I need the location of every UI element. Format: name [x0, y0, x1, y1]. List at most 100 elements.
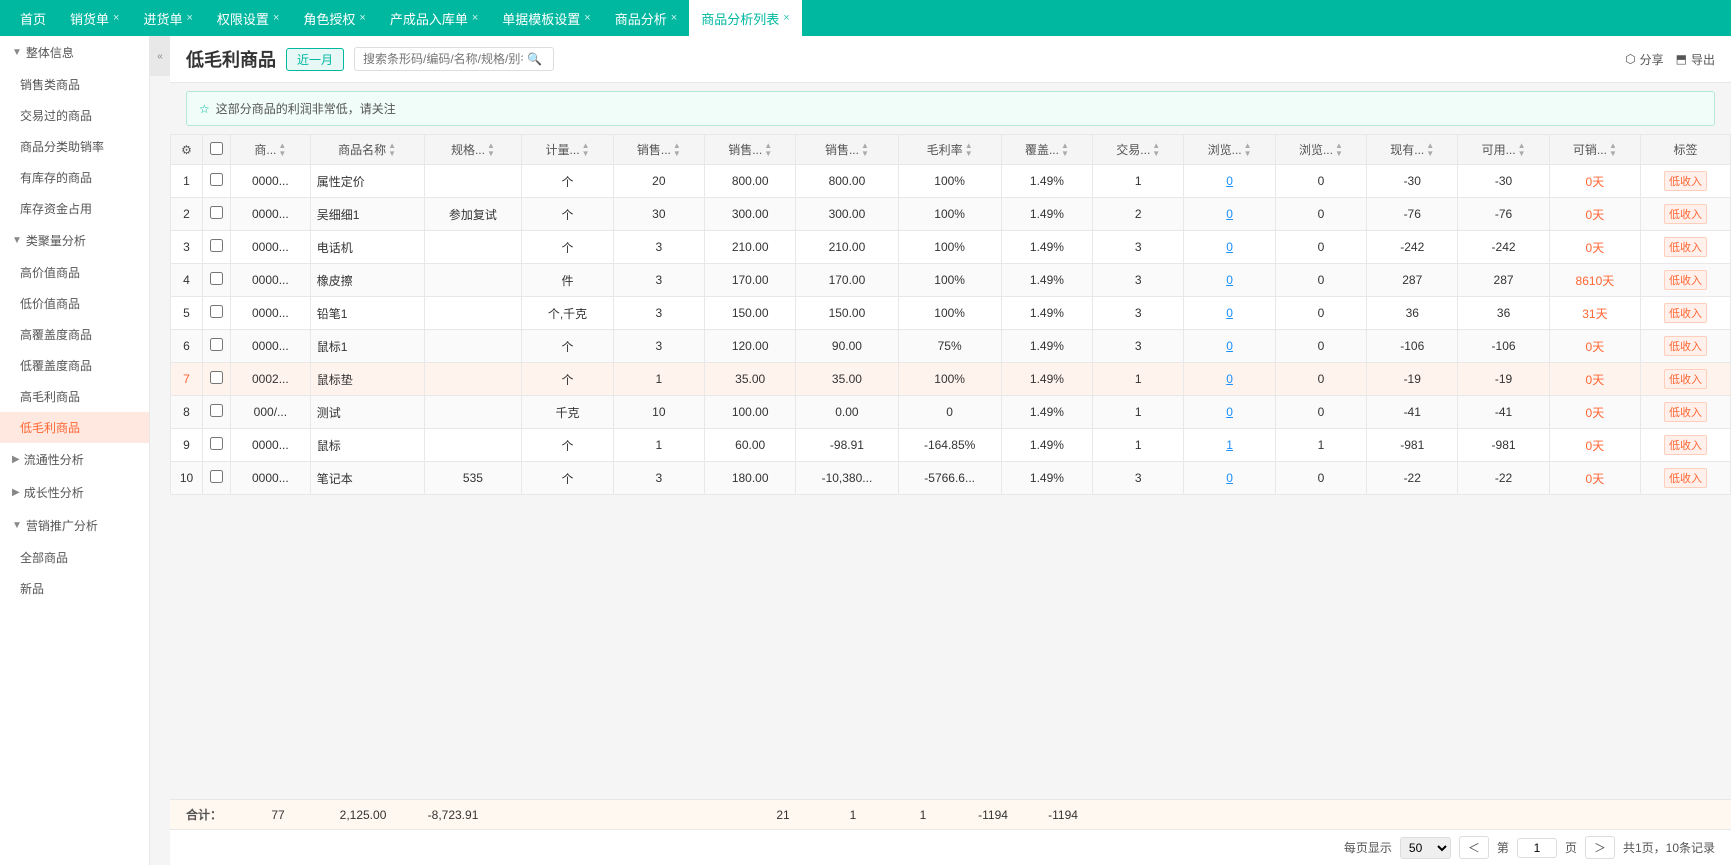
close-icon[interactable]: ×	[273, 12, 279, 24]
cell-sales-profit: 170.00	[796, 264, 898, 297]
th-trade-count[interactable]: 交易... ▲▼	[1093, 135, 1184, 165]
th-spec[interactable]: 规格... ▲▼	[424, 135, 522, 165]
cell-checkbox[interactable]	[203, 330, 231, 363]
cell-view1[interactable]: 0	[1184, 462, 1275, 495]
cell-current: -30	[1367, 165, 1458, 198]
cell-checkbox[interactable]	[203, 396, 231, 429]
cell-view1[interactable]: 0	[1184, 297, 1275, 330]
cell-trade-count: 3	[1093, 330, 1184, 363]
sidebar-group-cluster[interactable]: ▼ 类聚量分析	[0, 224, 149, 257]
cell-view1[interactable]: 0	[1184, 231, 1275, 264]
th-name[interactable]: 商品名称 ▲▼	[310, 135, 424, 165]
cell-view1[interactable]: 0	[1184, 165, 1275, 198]
search-input[interactable]	[363, 52, 523, 66]
sidebar-collapse-btn[interactable]: «	[150, 36, 170, 76]
cell-sales-count: 1	[613, 363, 704, 396]
nav-purchase[interactable]: 进货单 ×	[131, 0, 204, 36]
sidebar-item-stock-capital[interactable]: 库存资金占用	[0, 193, 149, 224]
share-btn[interactable]: ⬡ 分享	[1625, 51, 1664, 68]
cell-checkbox[interactable]	[203, 231, 231, 264]
select-all-checkbox[interactable]	[210, 142, 223, 155]
footer-sales-count: 77	[238, 808, 318, 822]
nav-products-in[interactable]: 产成品入库单 ×	[378, 0, 490, 36]
cell-checkbox[interactable]	[203, 429, 231, 462]
sidebar-item-high-margin[interactable]: 高毛利商品	[0, 381, 149, 412]
sidebar-group-flow[interactable]: ▶ 流通性分析	[0, 443, 149, 476]
sidebar-item-low-coverage[interactable]: 低覆盖度商品	[0, 350, 149, 381]
cell-no: 9	[171, 429, 203, 462]
cell-checkbox[interactable]	[203, 462, 231, 495]
cell-view1[interactable]: 0	[1184, 396, 1275, 429]
th-coverage[interactable]: 覆盖... ▲▼	[1001, 135, 1092, 165]
sidebar-item-traded-goods[interactable]: 交易过的商品	[0, 100, 149, 131]
sidebar-item-category-rate[interactable]: 商品分类助销率	[0, 131, 149, 162]
cell-view1[interactable]: 0	[1184, 330, 1275, 363]
th-checkbox[interactable]	[203, 135, 231, 165]
cell-unit: 个	[522, 165, 613, 198]
sidebar-group-marketing[interactable]: ▼ 营销推广分析	[0, 509, 149, 542]
th-saleable[interactable]: 可销... ▲▼	[1549, 135, 1640, 165]
close-icon[interactable]: ×	[783, 12, 789, 24]
sidebar-item-sales-goods[interactable]: 销售类商品	[0, 69, 149, 100]
search-icon[interactable]: 🔍	[527, 52, 542, 66]
cell-view1[interactable]: 0	[1184, 264, 1275, 297]
th-code[interactable]: 商... ▲▼	[231, 135, 311, 165]
nav-permissions[interactable]: 权限设置 ×	[205, 0, 291, 36]
cell-view1[interactable]: 1	[1184, 429, 1275, 462]
close-icon[interactable]: ×	[113, 12, 119, 24]
sidebar-item-new-goods[interactable]: 新品	[0, 573, 149, 604]
cell-name: 铅笔1	[310, 297, 424, 330]
page-size-select[interactable]: 50 100 200	[1400, 837, 1451, 859]
settings-icon[interactable]: ⚙	[181, 143, 192, 157]
export-btn[interactable]: ⬒ 导出	[1676, 51, 1715, 68]
close-icon[interactable]: ×	[359, 12, 365, 24]
sidebar-item-all-goods[interactable]: 全部商品	[0, 542, 149, 573]
cell-checkbox[interactable]	[203, 363, 231, 396]
nav-home[interactable]: 首页	[8, 0, 58, 36]
close-icon[interactable]: ×	[186, 12, 192, 24]
nav-product-analysis-list[interactable]: 商品分析列表 ×	[689, 0, 801, 36]
close-icon[interactable]: ×	[584, 12, 590, 24]
close-icon[interactable]: ×	[472, 12, 478, 24]
nav-roles[interactable]: 角色授权 ×	[291, 0, 377, 36]
sidebar-group-growth[interactable]: ▶ 成长性分析	[0, 476, 149, 509]
th-available[interactable]: 可用... ▲▼	[1458, 135, 1549, 165]
th-sales-count[interactable]: 销售... ▲▼	[613, 135, 704, 165]
th-sales-profit[interactable]: 销售... ▲▼	[796, 135, 898, 165]
cell-checkbox[interactable]	[203, 165, 231, 198]
filter-month-btn[interactable]: 近一月	[286, 48, 344, 71]
th-sales-price[interactable]: 销售... ▲▼	[705, 135, 796, 165]
nav-template[interactable]: 单据模板设置 ×	[490, 0, 602, 36]
sidebar-item-high-coverage[interactable]: 高覆盖度商品	[0, 319, 149, 350]
cell-checkbox[interactable]	[203, 297, 231, 330]
sidebar-item-in-stock[interactable]: 有库存的商品	[0, 162, 149, 193]
sidebar-item-low-margin[interactable]: 低毛利商品	[0, 412, 149, 443]
th-gross-margin[interactable]: 毛利率 ▲▼	[898, 135, 1001, 165]
th-current[interactable]: 现有... ▲▼	[1367, 135, 1458, 165]
th-tag[interactable]: 标签	[1641, 135, 1731, 165]
cell-checkbox[interactable]	[203, 264, 231, 297]
cell-gross-margin: 100%	[898, 264, 1001, 297]
cell-view1[interactable]: 0	[1184, 363, 1275, 396]
cell-sales-count: 3	[613, 264, 704, 297]
cell-trade-count: 1	[1093, 396, 1184, 429]
th-settings[interactable]: ⚙	[171, 135, 203, 165]
cell-checkbox[interactable]	[203, 198, 231, 231]
cell-view1[interactable]: 0	[1184, 198, 1275, 231]
page-input[interactable]	[1517, 838, 1557, 858]
th-view2[interactable]: 浏览... ▲▼	[1275, 135, 1366, 165]
sidebar-item-high-value[interactable]: 高价值商品	[0, 257, 149, 288]
next-page-btn[interactable]: ＞	[1585, 836, 1615, 859]
sidebar-group-overall[interactable]: ▼ 整体信息	[0, 36, 149, 69]
sidebar-item-low-value[interactable]: 低价值商品	[0, 288, 149, 319]
cell-sales-profit: 35.00	[796, 363, 898, 396]
table-container[interactable]: ⚙ 商... ▲▼ 商品名称	[170, 134, 1731, 799]
th-unit[interactable]: 计量... ▲▼	[522, 135, 613, 165]
cell-current: -981	[1367, 429, 1458, 462]
nav-sales[interactable]: 销货单 ×	[58, 0, 131, 36]
close-icon[interactable]: ×	[671, 12, 677, 24]
prev-page-btn[interactable]: ＜	[1459, 836, 1489, 859]
cell-tag: 低收入	[1641, 429, 1731, 462]
th-view1[interactable]: 浏览... ▲▼	[1184, 135, 1275, 165]
nav-product-analysis[interactable]: 商品分析 ×	[603, 0, 689, 36]
